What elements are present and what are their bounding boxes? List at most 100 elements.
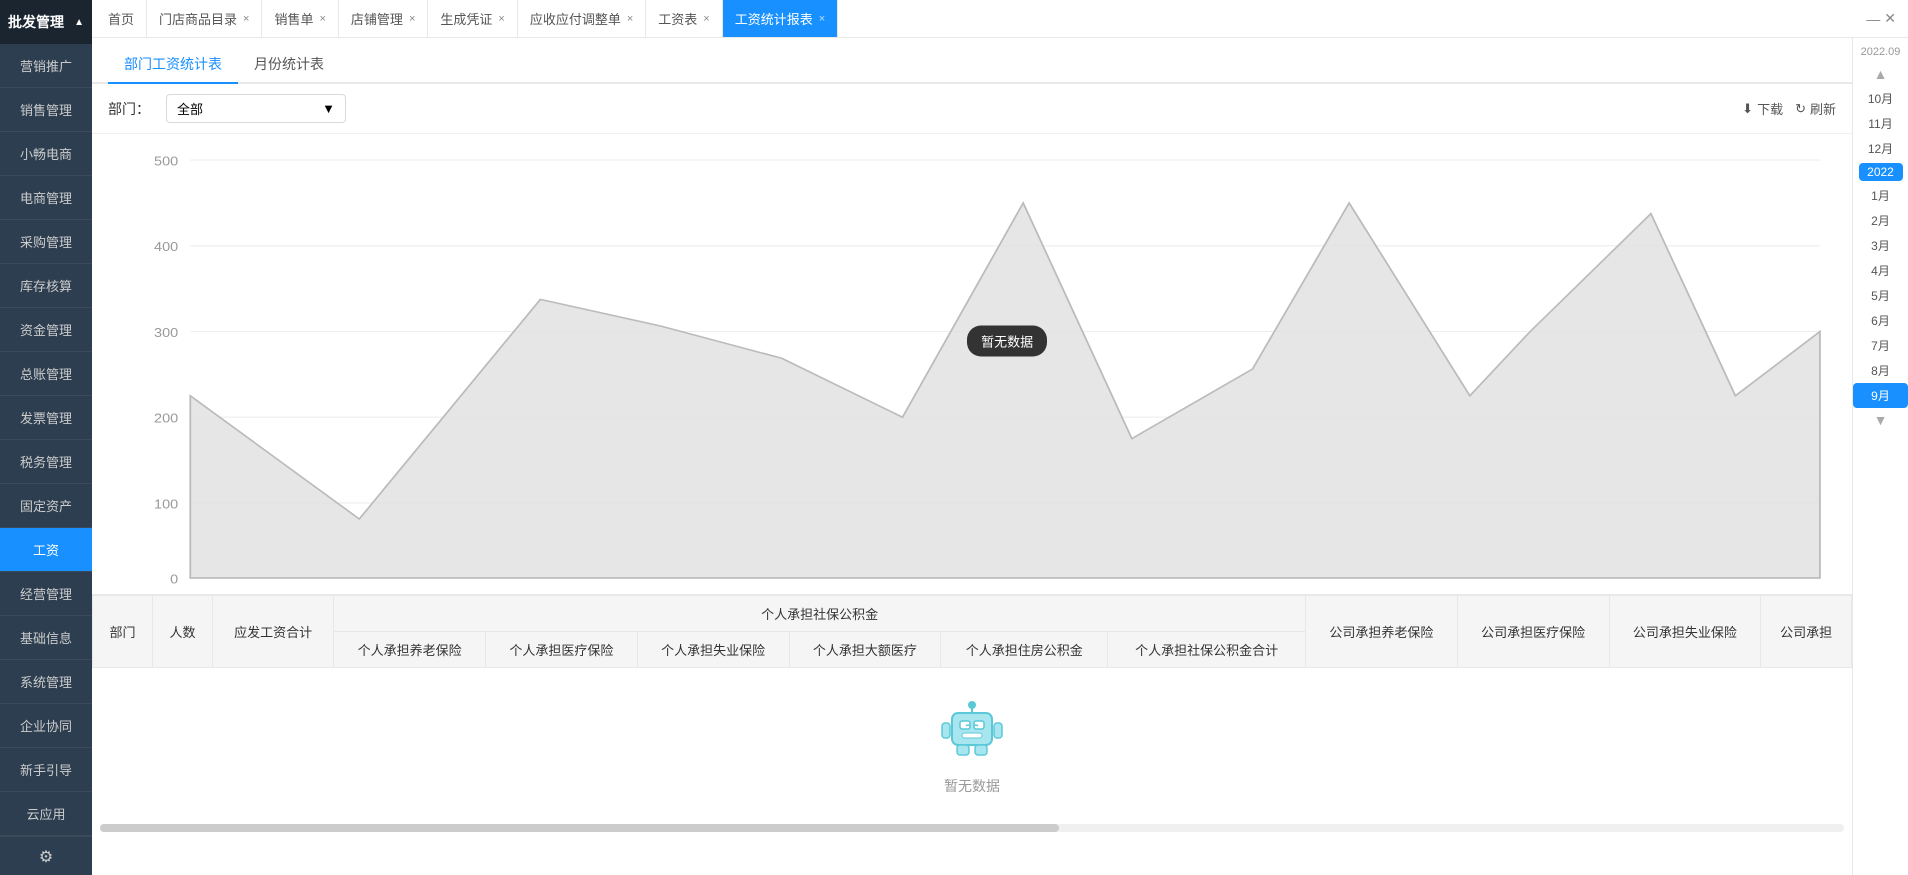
- month-12月[interactable]: 12月: [1853, 136, 1908, 161]
- toolbar-right: ⬇ 下载 ↻ 刷新: [1742, 99, 1836, 118]
- month-1月[interactable]: 1月: [1853, 183, 1908, 208]
- tab-label: 首页: [108, 9, 134, 28]
- empty-label: 暂无数据: [944, 776, 1000, 796]
- refresh-button[interactable]: ↻ 刷新: [1795, 99, 1836, 118]
- col-dept: 部门: [93, 596, 153, 668]
- tab-close-icon[interactable]: ×: [703, 13, 709, 25]
- tab-close-icon[interactable]: ×: [319, 13, 325, 25]
- sidebar-header[interactable]: 批发管理 ▲: [0, 0, 92, 44]
- sidebar: 批发管理 ▲ 营销推广销售管理小畅电商电商管理采购管理库存核算资金管理总账管理发…: [0, 0, 92, 875]
- col-personal-unemployment: 个人承担失业保险: [637, 632, 789, 668]
- sidebar-item-工资[interactable]: 工资: [0, 528, 92, 572]
- col-personal-housing: 个人承担住房公积金: [941, 632, 1108, 668]
- tab-首页[interactable]: 首页: [96, 0, 147, 38]
- col-company-other: 公司承担: [1761, 596, 1852, 668]
- tab-店铺管理[interactable]: 店铺管理 ×: [339, 0, 428, 38]
- col-company-unemployment: 公司承担失业保险: [1609, 596, 1761, 668]
- sidebar-item-小畅电商[interactable]: 小畅电商: [0, 132, 92, 176]
- year-badge-2022[interactable]: 2022: [1859, 163, 1903, 181]
- month-2月[interactable]: 2月: [1853, 208, 1908, 233]
- month-11月[interactable]: 11月: [1853, 111, 1908, 136]
- tab-应收应付调整单[interactable]: 应收应付调整单×: [518, 0, 646, 38]
- content-area: 部门工资统计表月份统计表 部门： 全部 ▼ ⬇ 下载 ↻ 刷新: [92, 38, 1908, 875]
- sidebar-item-经营管理[interactable]: 经营管理: [0, 572, 92, 616]
- time-items: 10月11月12月 2022 1月2月3月4月5月6月7月8月9月: [1853, 86, 1908, 408]
- sidebar-item-新手引导[interactable]: 新手引导: [0, 748, 92, 792]
- refresh-label: 刷新: [1810, 99, 1836, 118]
- chart-svg: 500 400 300 200 100 0: [142, 144, 1832, 594]
- sidebar-item-固定资产[interactable]: 固定资产: [0, 484, 92, 528]
- col-headcount: 人数: [153, 596, 213, 668]
- sidebar-items: 营销推广销售管理小畅电商电商管理采购管理库存核算资金管理总账管理发票管理税务管理…: [0, 44, 92, 836]
- sidebar-item-电商管理[interactable]: 电商管理: [0, 176, 92, 220]
- month-5月[interactable]: 5月: [1853, 283, 1908, 308]
- dept-value: 全部: [177, 99, 203, 118]
- tab-close-icon[interactable]: ×: [819, 13, 825, 25]
- sidebar-item-系统管理[interactable]: 系统管理: [0, 660, 92, 704]
- month-10月[interactable]: 10月: [1853, 86, 1908, 111]
- tab-close-icon[interactable]: ×: [498, 13, 504, 25]
- chart-no-data-tooltip: 暂无数据: [967, 326, 1047, 357]
- page: 部门工资统计表月份统计表 部门： 全部 ▼ ⬇ 下载 ↻ 刷新: [92, 38, 1852, 875]
- horizontal-scrollbar[interactable]: [100, 824, 1844, 832]
- col-personal-social-group: 个人承担社保公积金: [334, 596, 1306, 632]
- download-button[interactable]: ⬇ 下载: [1742, 99, 1783, 118]
- tab-close-icon[interactable]: ×: [409, 13, 415, 25]
- sidebar-item-税务管理[interactable]: 税务管理: [0, 440, 92, 484]
- subtab-月份统计表[interactable]: 月份统计表: [238, 46, 340, 84]
- subtab-部门工资统计表[interactable]: 部门工资统计表: [108, 46, 238, 84]
- svg-text:100: 100: [154, 497, 179, 511]
- tab-label: 门店商品目录: [159, 9, 237, 28]
- col-personal-medical: 个人承担医疗保险: [485, 632, 637, 668]
- sidebar-item-云应用[interactable]: 云应用: [0, 792, 92, 836]
- download-icon: ⬇: [1742, 101, 1753, 117]
- svg-text:0: 0: [170, 572, 178, 586]
- month-3月[interactable]: 3月: [1853, 233, 1908, 258]
- minimize-button[interactable]: —: [1866, 11, 1880, 27]
- sidebar-item-基础信息[interactable]: 基础信息: [0, 616, 92, 660]
- tab-工资统计报表[interactable]: 工资统计报表 ×: [723, 0, 838, 38]
- sidebar-item-总账管理[interactable]: 总账管理: [0, 352, 92, 396]
- scrollbar-thumb[interactable]: [100, 824, 1059, 832]
- tab-label: 工资表: [658, 9, 697, 28]
- svg-text:400: 400: [154, 240, 179, 254]
- sidebar-item-采购管理[interactable]: 采购管理: [0, 220, 92, 264]
- tab-close-icon[interactable]: ×: [243, 13, 249, 25]
- sidebar-item-发票管理[interactable]: 发票管理: [0, 396, 92, 440]
- download-label: 下载: [1757, 99, 1783, 118]
- dept-label: 部门：: [108, 99, 150, 119]
- dept-select[interactable]: 全部 ▼: [166, 94, 346, 123]
- month-4月[interactable]: 4月: [1853, 258, 1908, 283]
- sidebar-item-企业协同[interactable]: 企业协同: [0, 704, 92, 748]
- time-down-arrow[interactable]: ▼: [1870, 408, 1892, 432]
- sidebar-item-库存核算[interactable]: 库存核算: [0, 264, 92, 308]
- time-up-arrow[interactable]: ▲: [1870, 62, 1892, 86]
- close-all-button[interactable]: ✕: [1884, 10, 1896, 27]
- tab-close-icon[interactable]: ×: [627, 13, 633, 25]
- svg-text:500: 500: [154, 154, 179, 168]
- tab-门店商品目录[interactable]: 门店商品目录 ×: [147, 0, 262, 38]
- sidebar-item-营销推广[interactable]: 营销推广: [0, 44, 92, 88]
- settings-icon[interactable]: ⚙: [39, 847, 53, 867]
- month-8月[interactable]: 8月: [1853, 358, 1908, 383]
- tab-工资表[interactable]: 工资表 ×: [646, 0, 722, 38]
- col-personal-large-medical: 个人承担大额医疗: [789, 632, 941, 668]
- svg-text:300: 300: [154, 326, 179, 340]
- month-6月[interactable]: 6月: [1853, 308, 1908, 333]
- tab-label: 店铺管理: [351, 9, 403, 28]
- dept-dropdown-icon: ▼: [322, 101, 335, 116]
- tab-label: 工资统计报表: [735, 9, 813, 28]
- month-7月[interactable]: 7月: [1853, 333, 1908, 358]
- col-personal-pension: 个人承担养老保险: [334, 632, 486, 668]
- table-area[interactable]: 部门 人数 应发工资合计 个人承担社保公积金 公司承担养老保险 公司承担医疗保险…: [92, 594, 1852, 840]
- sidebar-collapse-icon: ▲: [74, 17, 84, 28]
- tab-销售单[interactable]: 销售单 ×: [262, 0, 338, 38]
- data-table: 部门 人数 应发工资合计 个人承担社保公积金 公司承担养老保险 公司承担医疗保险…: [92, 595, 1852, 668]
- tab-生成凭证[interactable]: 生成凭证×: [428, 0, 517, 38]
- sidebar-item-销售管理[interactable]: 销售管理: [0, 88, 92, 132]
- sidebar-item-资金管理[interactable]: 资金管理: [0, 308, 92, 352]
- month-9月[interactable]: 9月: [1853, 383, 1908, 408]
- time-panel: 2022.09 ▲ 10月11月12月20221月2月3月4月5月6月7月8月9…: [1852, 38, 1908, 875]
- tab-label: 销售单: [274, 9, 313, 28]
- tab-bar-controls: — ✕: [1858, 10, 1904, 27]
